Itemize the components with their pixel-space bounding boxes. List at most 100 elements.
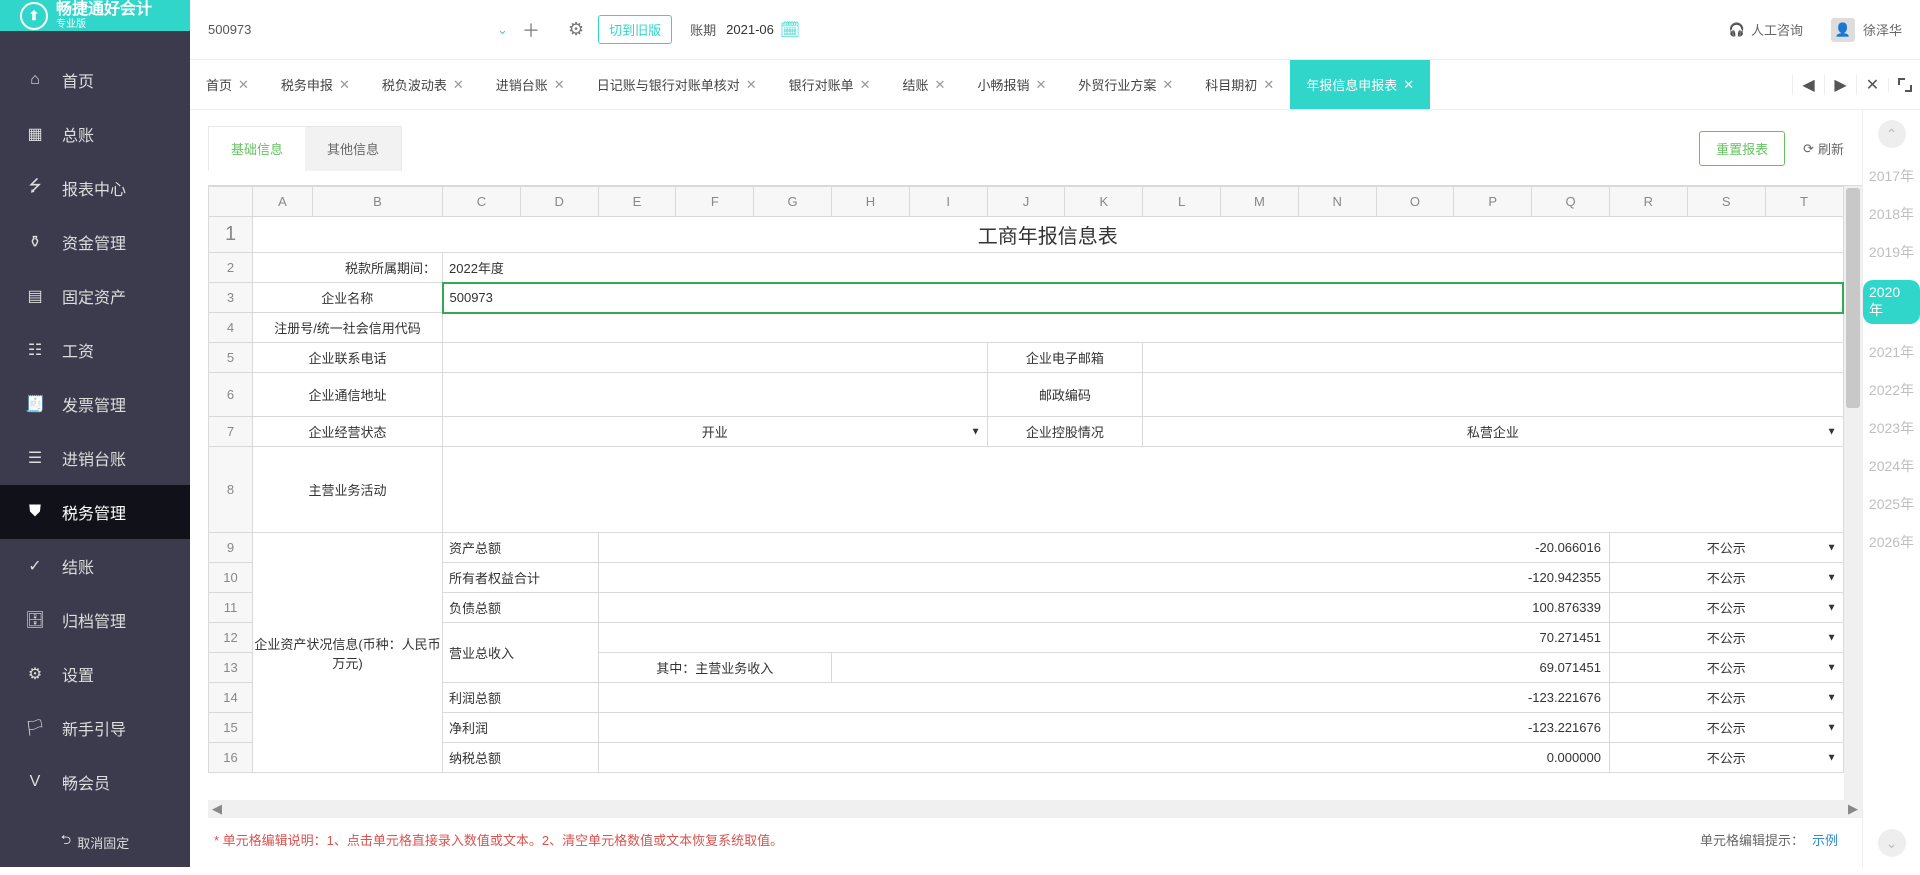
year-up-button[interactable]: ⌃ [1878, 120, 1906, 148]
col-header-T[interactable]: T [1765, 187, 1843, 217]
col-header-F[interactable]: F [676, 187, 754, 217]
row-header-1[interactable]: 1 [209, 217, 253, 253]
row-10-public-select[interactable]: 不公示▼ [1609, 563, 1843, 593]
col-header-C[interactable]: C [443, 187, 521, 217]
row-16-public-select[interactable]: 不公示▼ [1609, 743, 1843, 773]
row-9-public-select[interactable]: 不公示▼ [1609, 533, 1843, 563]
row-12-value[interactable]: 70.271451 [598, 623, 1609, 653]
row-12-public-select[interactable]: 不公示▼ [1609, 623, 1843, 653]
sidebar-item-ledger[interactable]: ▦总账 [0, 107, 190, 161]
sidebar-item-funds[interactable]: ⚱资金管理 [0, 215, 190, 269]
sidebar-item-assets[interactable]: ▤固定资产 [0, 269, 190, 323]
row-header-13[interactable]: 13 [209, 653, 253, 683]
tab-0[interactable]: 首页✕ [190, 60, 265, 109]
row-header-3[interactable]: 3 [209, 283, 253, 313]
tab-7[interactable]: 小畅报销✕ [961, 60, 1062, 109]
vertical-scrollbar[interactable] [1844, 186, 1862, 800]
row-header-12[interactable]: 12 [209, 623, 253, 653]
col-header-I[interactable]: I [909, 187, 987, 217]
year-2021年[interactable]: 2021年 [1869, 342, 1914, 362]
year-2023年[interactable]: 2023年 [1869, 418, 1914, 438]
year-2019年[interactable]: 2019年 [1869, 242, 1914, 262]
tab-9[interactable]: 科目期初✕ [1189, 60, 1290, 109]
col-header-K[interactable]: K [1065, 187, 1143, 217]
tabs-prev-button[interactable]: ◀ [1792, 75, 1824, 95]
row-14-value[interactable]: -123.221676 [598, 683, 1609, 713]
tab-close-icon[interactable]: ✕ [339, 77, 350, 93]
holding-select[interactable]: 私营企业▼ [1143, 417, 1843, 447]
col-header-G[interactable]: G [754, 187, 832, 217]
scroll-left-icon[interactable]: ◀ [208, 800, 226, 818]
sidebar-item-close[interactable]: ✓结账 [0, 539, 190, 593]
row-11-value[interactable]: 100.876339 [598, 593, 1609, 623]
zip-input[interactable] [1143, 373, 1843, 417]
add-button[interactable]: ＋ [522, 17, 540, 43]
status-select[interactable]: 开业▼ [443, 417, 988, 447]
reset-report-button[interactable]: 重置报表 [1699, 131, 1785, 166]
row-9-value[interactable]: -20.066016 [598, 533, 1609, 563]
col-header-S[interactable]: S [1687, 187, 1765, 217]
fullscreen-button[interactable] [1888, 78, 1920, 92]
tab-close-icon[interactable]: ✕ [746, 77, 757, 93]
spreadsheet[interactable]: ABCDEFGHIJKLMNOPQRST 1工商年报信息表2税款所属期间：202… [208, 186, 1844, 800]
tab-close-icon[interactable]: ✕ [1403, 77, 1414, 93]
row-16-value[interactable]: 0.000000 [598, 743, 1609, 773]
sidebar-item-home[interactable]: ⌂首页 [0, 53, 190, 107]
year-down-button[interactable]: ⌄ [1878, 829, 1906, 857]
row-header-16[interactable]: 16 [209, 743, 253, 773]
row-header-15[interactable]: 15 [209, 713, 253, 743]
row-15-public-select[interactable]: 不公示▼ [1609, 713, 1843, 743]
row-header-6[interactable]: 6 [209, 373, 253, 417]
tab-8[interactable]: 外贸行业方案✕ [1062, 60, 1189, 109]
tab-2[interactable]: 税负波动表✕ [366, 60, 480, 109]
col-header-Q[interactable]: Q [1532, 187, 1610, 217]
calendar-icon[interactable]: 🗓 [780, 20, 800, 40]
row-13-public-select[interactable]: 不公示▼ [1609, 653, 1843, 683]
row-header-7[interactable]: 7 [209, 417, 253, 447]
tab-close-icon[interactable]: ✕ [860, 77, 871, 93]
col-header-E[interactable]: E [598, 187, 676, 217]
col-header-P[interactable]: P [1454, 187, 1532, 217]
tab-4[interactable]: 日记账与银行对账单核对✕ [581, 60, 773, 109]
tab-close-icon[interactable]: ✕ [1162, 77, 1173, 93]
year-2025年[interactable]: 2025年 [1869, 494, 1914, 514]
phone-input[interactable] [443, 343, 988, 373]
tabs-close-button[interactable]: ✕ [1856, 75, 1888, 95]
row-header-8[interactable]: 8 [209, 447, 253, 533]
sidebar-item-salary[interactable]: ☷工资 [0, 323, 190, 377]
year-2020年[interactable]: 2020年 [1863, 280, 1920, 324]
tab-close-icon[interactable]: ✕ [1035, 77, 1046, 93]
col-header-H[interactable]: H [831, 187, 909, 217]
tab-close-icon[interactable]: ✕ [238, 77, 249, 93]
row-14-public-select[interactable]: 不公示▼ [1609, 683, 1843, 713]
tab-3[interactable]: 进销台账✕ [480, 60, 581, 109]
main-biz-input[interactable] [443, 447, 1844, 533]
col-header-O[interactable]: O [1376, 187, 1454, 217]
unpin-button[interactable]: ⮌ 取消固定 [0, 809, 190, 875]
corner-cell[interactable] [209, 187, 253, 217]
year-2024年[interactable]: 2024年 [1869, 456, 1914, 476]
footer-example-link[interactable]: 示例 [1812, 830, 1838, 849]
sidebar-item-invoice[interactable]: 🧾发票管理 [0, 377, 190, 431]
company-name-input[interactable]: 500973 [443, 283, 1844, 313]
col-header-N[interactable]: N [1298, 187, 1376, 217]
col-header-B[interactable]: B [313, 187, 443, 217]
year-2022年[interactable]: 2022年 [1869, 380, 1914, 400]
row-header-14[interactable]: 14 [209, 683, 253, 713]
col-header-R[interactable]: R [1609, 187, 1687, 217]
year-2017年[interactable]: 2017年 [1869, 166, 1914, 186]
tab-close-icon[interactable]: ✕ [935, 77, 946, 93]
col-header-D[interactable]: D [520, 187, 598, 217]
col-header-M[interactable]: M [1220, 187, 1298, 217]
user-menu[interactable]: 👤 徐泽华 [1831, 18, 1902, 42]
period-value-cell[interactable]: 2022年度 [443, 253, 1844, 283]
scroll-right-icon[interactable]: ▶ [1844, 800, 1862, 818]
year-2026年[interactable]: 2026年 [1869, 532, 1914, 552]
reg-no-input[interactable] [443, 313, 1844, 343]
row-header-9[interactable]: 9 [209, 533, 253, 563]
sidebar-item-archive[interactable]: 🗄归档管理 [0, 593, 190, 647]
row-15-value[interactable]: -123.221676 [598, 713, 1609, 743]
row-10-value[interactable]: -120.942355 [598, 563, 1609, 593]
settings-icon-button[interactable]: ⚙ [568, 19, 584, 40]
refresh-button[interactable]: ⟳ 刷新 [1803, 139, 1844, 158]
